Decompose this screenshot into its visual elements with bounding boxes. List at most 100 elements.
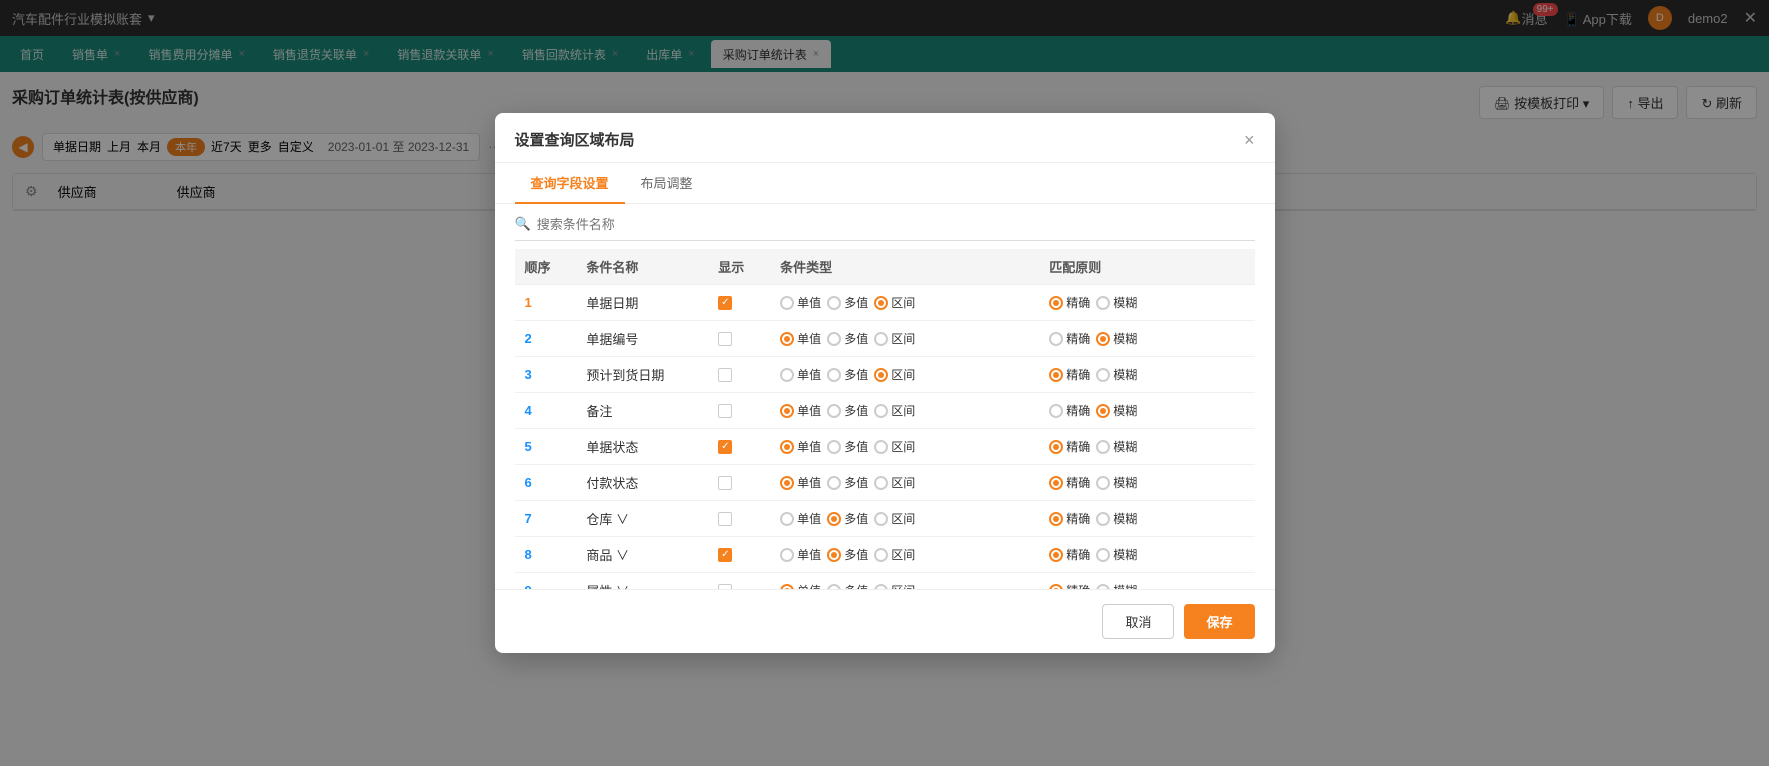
cell-cond-type: 单值 多值 区间 <box>770 573 1039 590</box>
match-rule-group: 精确 模糊 <box>1049 438 1244 455</box>
radio-range[interactable]: 区间 <box>874 330 915 347</box>
cell-order: 4 <box>515 393 577 429</box>
radio-fuzzy[interactable]: 模糊 <box>1096 438 1137 455</box>
radio-range[interactable]: 区间 <box>874 510 915 527</box>
cell-match-rule: 精确 模糊 <box>1039 285 1254 321</box>
radio-range-circle <box>874 332 888 346</box>
radio-multi[interactable]: 多值 <box>827 582 868 589</box>
table-row: 2单据编号 单值 多值 区间 精确 模糊 <box>515 321 1255 357</box>
radio-fuzzy[interactable]: 模糊 <box>1096 402 1137 419</box>
radio-single[interactable]: 单值 <box>780 330 821 347</box>
modal-overlay: 设置查询区域布局 × 查询字段设置 布局调整 🔍 <box>0 0 1769 766</box>
cell-name: 仓库 ∨ <box>576 501 708 537</box>
cond-type-group: 单值 多值 区间 <box>780 510 1029 527</box>
cell-display <box>708 393 770 429</box>
radio-range[interactable]: 区间 <box>874 474 915 491</box>
radio-range[interactable]: 区间 <box>874 438 915 455</box>
cell-match-rule: 精确 模糊 <box>1039 429 1254 465</box>
cond-type-group: 单值 多值 区间 <box>780 366 1029 383</box>
radio-multi[interactable]: 多值 <box>827 366 868 383</box>
radio-fuzzy[interactable]: 模糊 <box>1096 366 1137 383</box>
cell-name: 商品 ∨ <box>576 537 708 573</box>
search-input[interactable] <box>537 217 1255 232</box>
radio-fuzzy-circle <box>1096 440 1110 454</box>
radio-multi[interactable]: 多值 <box>827 546 868 563</box>
radio-exact[interactable]: 精确 <box>1049 474 1090 491</box>
display-checkbox[interactable] <box>718 368 732 382</box>
display-checkbox[interactable]: ✓ <box>718 440 732 454</box>
radio-single[interactable]: 单值 <box>780 294 821 311</box>
radio-multi-circle <box>827 512 841 526</box>
cell-display: ✓ <box>708 429 770 465</box>
radio-fuzzy[interactable]: 模糊 <box>1096 294 1137 311</box>
tab-query-fields[interactable]: 查询字段设置 <box>515 163 625 204</box>
cancel-button[interactable]: 取消 <box>1102 604 1174 639</box>
radio-fuzzy-circle <box>1096 476 1110 490</box>
radio-range[interactable]: 区间 <box>874 294 915 311</box>
cell-cond-type: 单值 多值 区间 <box>770 357 1039 393</box>
radio-multi[interactable]: 多值 <box>827 402 868 419</box>
radio-single[interactable]: 单值 <box>780 438 821 455</box>
match-rule-group: 精确 模糊 <box>1049 582 1244 589</box>
modal-close-button[interactable]: × <box>1244 131 1255 149</box>
radio-fuzzy[interactable]: 模糊 <box>1096 582 1137 589</box>
radio-multi[interactable]: 多值 <box>827 438 868 455</box>
cond-type-group: 单值 多值 区间 <box>780 438 1029 455</box>
radio-exact[interactable]: 精确 <box>1049 330 1090 347</box>
cell-order: 8 <box>515 537 577 573</box>
save-button[interactable]: 保存 <box>1184 604 1254 639</box>
radio-range[interactable]: 区间 <box>874 546 915 563</box>
radio-single[interactable]: 单值 <box>780 582 821 589</box>
radio-fuzzy[interactable]: 模糊 <box>1096 546 1137 563</box>
radio-fuzzy-circle <box>1096 368 1110 382</box>
table-row: 8商品 ∨ ✓ 单值 多值 区间 精确 模糊 <box>515 537 1255 573</box>
radio-single[interactable]: 单值 <box>780 510 821 527</box>
radio-exact-circle <box>1049 548 1063 562</box>
radio-exact[interactable]: 精确 <box>1049 510 1090 527</box>
radio-multi[interactable]: 多值 <box>827 330 868 347</box>
radio-fuzzy-circle <box>1096 296 1110 310</box>
radio-fuzzy[interactable]: 模糊 <box>1096 474 1137 491</box>
radio-multi-circle <box>827 332 841 346</box>
radio-exact[interactable]: 精确 <box>1049 438 1090 455</box>
modal-body: 🔍 顺序 条件名称 显示 条件类型 匹配原则 <box>495 204 1275 589</box>
radio-exact[interactable]: 精确 <box>1049 366 1090 383</box>
cell-cond-type: 单值 多值 区间 <box>770 537 1039 573</box>
match-rule-group: 精确 模糊 <box>1049 474 1244 491</box>
radio-multi[interactable]: 多值 <box>827 510 868 527</box>
display-checkbox[interactable] <box>718 404 732 418</box>
display-checkbox[interactable] <box>718 476 732 490</box>
radio-single[interactable]: 单值 <box>780 474 821 491</box>
radio-fuzzy[interactable]: 模糊 <box>1096 510 1137 527</box>
radio-single[interactable]: 单值 <box>780 546 821 563</box>
radio-multi[interactable]: 多值 <box>827 474 868 491</box>
radio-single[interactable]: 单值 <box>780 402 821 419</box>
conditions-table: 顺序 条件名称 显示 条件类型 匹配原则 1单据日期✓ 单值 多值 <box>515 249 1255 589</box>
radio-range-circle <box>874 296 888 310</box>
cell-display: ✓ <box>708 537 770 573</box>
cell-order: 7 <box>515 501 577 537</box>
radio-single[interactable]: 单值 <box>780 366 821 383</box>
cell-match-rule: 精确 模糊 <box>1039 501 1254 537</box>
radio-range[interactable]: 区间 <box>874 366 915 383</box>
radio-multi[interactable]: 多值 <box>827 294 868 311</box>
radio-exact-circle <box>1049 332 1063 346</box>
tab-layout[interactable]: 布局调整 <box>625 163 709 204</box>
radio-single-circle <box>780 512 794 526</box>
radio-range[interactable]: 区间 <box>874 402 915 419</box>
display-checkbox[interactable] <box>718 512 732 526</box>
radio-range[interactable]: 区间 <box>874 582 915 589</box>
display-checkbox[interactable]: ✓ <box>718 296 732 310</box>
radio-exact[interactable]: 精确 <box>1049 294 1090 311</box>
radio-exact[interactable]: 精确 <box>1049 402 1090 419</box>
radio-exact-circle <box>1049 296 1063 310</box>
radio-exact[interactable]: 精确 <box>1049 546 1090 563</box>
display-checkbox[interactable]: ✓ <box>718 548 732 562</box>
cell-display <box>708 465 770 501</box>
display-checkbox[interactable] <box>718 332 732 346</box>
radio-exact[interactable]: 精确 <box>1049 582 1090 589</box>
cell-cond-type: 单值 多值 区间 <box>770 321 1039 357</box>
cell-cond-type: 单值 多值 区间 <box>770 285 1039 321</box>
radio-fuzzy[interactable]: 模糊 <box>1096 330 1137 347</box>
modal-header: 设置查询区域布局 × <box>495 113 1275 163</box>
